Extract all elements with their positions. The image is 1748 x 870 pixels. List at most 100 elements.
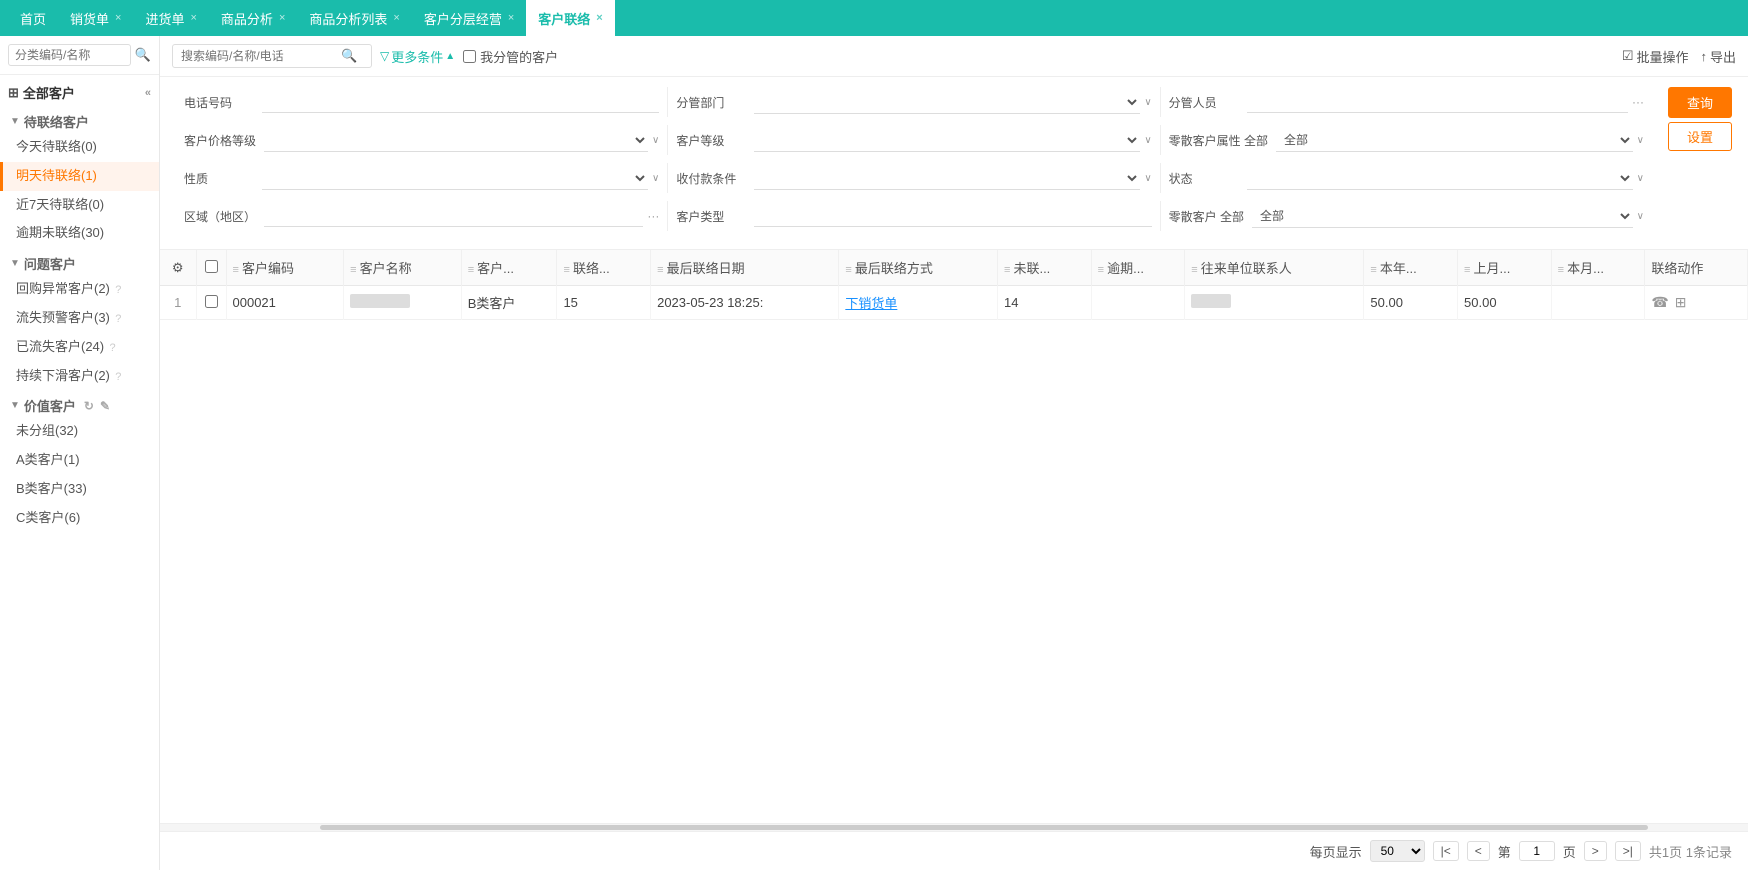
col-no-contact-header[interactable]: 未联... [997, 250, 1091, 286]
page-size-select[interactable]: 50 100 200 [1370, 840, 1425, 862]
filter-row-4: 区域（地区） ··· 客户类型 零散客户 全部 [176, 201, 1652, 231]
close-icon[interactable]: × [190, 12, 196, 24]
more-conditions-btn[interactable]: ▽ 更多条件 ▲ [380, 47, 455, 66]
nav-customer-contact[interactable]: 客户联络 × [526, 0, 614, 36]
nav-home[interactable]: 首页 [8, 0, 58, 36]
filter-input-region[interactable] [264, 206, 643, 227]
filter-select-scatter[interactable]: 全部 [1252, 205, 1633, 228]
sidebar-item-abnormal-repurchase[interactable]: 回购异常客户(2) ? [0, 275, 159, 304]
nav-sales-order[interactable]: 销货单 × [58, 0, 133, 36]
last-page-btn[interactable]: >| [1615, 841, 1641, 861]
check-all-checkbox[interactable] [205, 260, 218, 273]
batch-ops-btn[interactable]: ☑ 批量操作 [1622, 47, 1689, 66]
filter-input-cust-type[interactable] [754, 206, 1151, 227]
refresh-icon[interactable]: ↻ [84, 399, 94, 413]
filter-select-scatter-attr[interactable]: 全部 [1276, 129, 1633, 152]
filter-select-nature[interactable] [262, 167, 648, 190]
cell-overdue [1091, 286, 1185, 320]
filter-select-cust-level[interactable] [754, 129, 1140, 152]
col-contacts-header[interactable]: 联络... [557, 250, 651, 286]
nav-customer-segment[interactable]: 客户分层经营 × [412, 0, 526, 36]
page-number-input[interactable] [1519, 841, 1555, 861]
nav-product-analysis[interactable]: 商品分析 × [209, 0, 297, 36]
filter-select-status[interactable] [1247, 167, 1633, 190]
filter-label-status: 状态 [1169, 170, 1239, 187]
settings-button[interactable]: 设置 [1668, 122, 1732, 151]
phone-icon[interactable]: ☎ [1651, 294, 1668, 311]
row-checkbox[interactable] [205, 295, 218, 308]
sidebar-item-ungrouped[interactable]: 未分组(32) [0, 417, 159, 446]
close-icon[interactable]: × [596, 12, 602, 24]
ellipsis-icon[interactable]: ··· [647, 209, 659, 223]
sidebar-item-class-c[interactable]: C类客户(6) [0, 504, 159, 533]
cell-name[interactable] [344, 286, 462, 320]
sidebar-group-problem[interactable]: ▼ 问题客户 [0, 248, 159, 275]
sidebar-item-churned[interactable]: 已流失客户(24) ? [0, 333, 159, 362]
page-word: 第 [1498, 842, 1511, 861]
filter-select-payment[interactable] [754, 167, 1140, 190]
last-method-link[interactable]: 下销货单 [845, 296, 897, 311]
nav-product-analysis-list[interactable]: 商品分析列表 × [297, 0, 411, 36]
close-icon[interactable]: × [393, 12, 399, 24]
search-icon[interactable]: 🔍 [135, 47, 151, 63]
ellipsis-icon[interactable]: ··· [1632, 95, 1644, 109]
sidebar-all-customers[interactable]: ⊞ 全部客户 « [0, 75, 159, 106]
sidebar-group-pending[interactable]: ▼ 待联络客户 [0, 106, 159, 133]
grid-action-icon[interactable]: ⊞ [1675, 294, 1687, 311]
nav-purchase-order[interactable]: 进货单 × [133, 0, 208, 36]
my-customers-checkbox[interactable] [463, 50, 476, 63]
filter-input-person[interactable] [1247, 92, 1628, 113]
col-this-year-header[interactable]: 本年... [1364, 250, 1458, 286]
cell-type: B类客户 [461, 286, 557, 320]
sidebar-item-tomorrow[interactable]: 明天待联络(1) [0, 162, 159, 191]
sidebar-search-input[interactable] [8, 44, 131, 66]
col-name-header[interactable]: 客户名称 [344, 250, 462, 286]
filter-label-scatter: 零散客户 全部 [1169, 208, 1244, 225]
cell-last-method[interactable]: 下销货单 [839, 286, 998, 320]
horizontal-scrollbar[interactable] [160, 823, 1748, 831]
sidebar-item-declining[interactable]: 持续下滑客户(2) ? [0, 362, 159, 391]
col-unit-contact-header[interactable]: 往来单位联系人 [1185, 250, 1364, 286]
cell-this-year: 50.00 [1364, 286, 1458, 320]
sidebar-item-churn-warning[interactable]: 流失预警客户(3) ? [0, 304, 159, 333]
filter-label-cust-level: 客户等级 [676, 132, 746, 149]
help-icon[interactable]: ? [115, 284, 121, 296]
sidebar-group-value[interactable]: ▼ 价值客户 ↻ ✎ [0, 390, 159, 417]
col-type-header[interactable]: 客户... [461, 250, 557, 286]
col-last-month-header[interactable]: 上月... [1458, 250, 1552, 286]
help-icon[interactable]: ? [109, 342, 115, 354]
main-search-input[interactable] [181, 49, 341, 63]
export-btn[interactable]: ↑ 导出 [1700, 47, 1736, 66]
col-this-month-header[interactable]: 本月... [1551, 250, 1645, 286]
close-icon[interactable]: × [279, 12, 285, 24]
close-icon[interactable]: × [115, 12, 121, 24]
prev-page-btn[interactable]: < [1467, 841, 1490, 861]
edit-icon[interactable]: ✎ [100, 399, 110, 413]
col-check-all[interactable] [196, 250, 226, 286]
first-page-btn[interactable]: |< [1433, 841, 1459, 861]
filter-select-dept[interactable] [754, 91, 1140, 114]
close-icon[interactable]: × [508, 12, 514, 24]
help-icon[interactable]: ? [115, 313, 121, 325]
filter-row-3: 性质 ∨ 收付款条件 ∨ [176, 163, 1652, 193]
filter-input-phone[interactable] [262, 92, 659, 113]
filter-select-price-level[interactable] [264, 129, 648, 152]
col-code-header[interactable]: 客户编码 [226, 250, 344, 286]
col-last-method-header[interactable]: 最后联络方式 [839, 250, 998, 286]
next-page-btn[interactable]: > [1584, 841, 1607, 861]
my-customers-checkbox-label[interactable]: 我分管的客户 [463, 47, 558, 66]
search-icon[interactable]: 🔍 [341, 48, 357, 64]
query-button[interactable]: 查询 [1668, 87, 1732, 118]
sidebar-item-class-a[interactable]: A类客户(1) [0, 446, 159, 475]
cell-this-month [1551, 286, 1645, 320]
sidebar-item-7days[interactable]: 近7天待联络(0) [0, 191, 159, 220]
sidebar-item-class-b[interactable]: B类客户(33) [0, 475, 159, 504]
col-last-date-header[interactable]: 最后联络日期 [651, 250, 839, 286]
col-overdue-header[interactable]: 逾期... [1091, 250, 1185, 286]
cell-check[interactable] [196, 286, 226, 320]
sidebar-item-today[interactable]: 今天待联络(0) [0, 133, 159, 162]
col-settings[interactable]: ⚙ [160, 250, 196, 286]
collapse-icon[interactable]: « [145, 87, 151, 99]
help-icon[interactable]: ? [115, 371, 121, 383]
sidebar-item-overdue[interactable]: 逾期未联络(30) [0, 219, 159, 248]
